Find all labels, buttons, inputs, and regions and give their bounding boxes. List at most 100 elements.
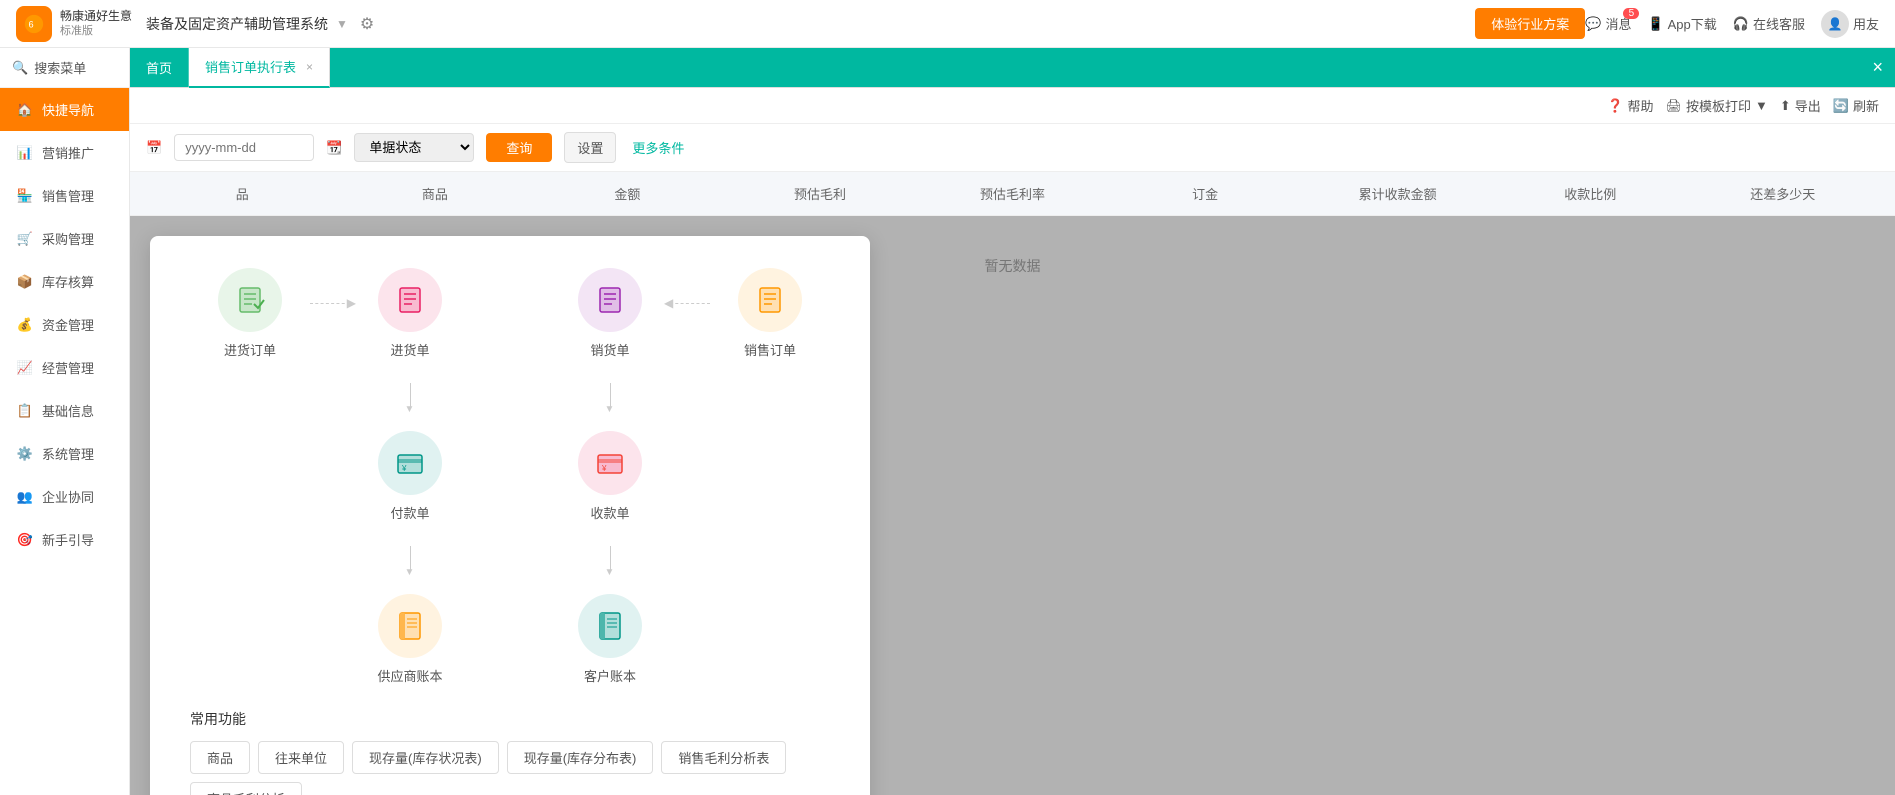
- payment-circle: ¥: [378, 431, 442, 495]
- calendar-icon: 📅: [146, 140, 162, 156]
- trial-button[interactable]: 体验行业方案: [1475, 8, 1585, 39]
- func-btn-5[interactable]: 商品毛利分析: [190, 782, 302, 795]
- template-print-label: 按模板打印: [1686, 96, 1751, 115]
- conn2-s2: [470, 546, 550, 570]
- svg-text:6: 6: [29, 19, 34, 29]
- common-funcs: 常用功能 商品往来单位现存量(库存状况表)现存量(库存分布表)销售毛利分析表商品…: [190, 709, 830, 795]
- app-container: 6 畅康通好生意 标准版 装备及固定资产辅助管理系统 ▼ ⚙ 体验行业方案 💬 …: [0, 0, 1895, 795]
- flow-node-purchase-order[interactable]: 进货订单: [190, 268, 310, 359]
- sidebar-label-sales: 销售管理: [42, 186, 94, 205]
- export-label: 导出: [1795, 96, 1821, 115]
- func-btn-1[interactable]: 往来单位: [258, 741, 344, 774]
- query-button[interactable]: 查询: [486, 133, 552, 162]
- tab-home[interactable]: 首页: [130, 48, 189, 87]
- chart-icon: 📊: [16, 144, 34, 162]
- sidebar-item-newbie[interactable]: 🎯 新手引导: [0, 518, 129, 561]
- purchase-order-label: 进货订单: [224, 340, 276, 359]
- conn-receipt: [550, 383, 670, 407]
- sidebar-item-basic[interactable]: 📋 基础信息: [0, 389, 129, 432]
- sidebar-label-operation: 经营管理: [42, 358, 94, 377]
- message-item[interactable]: 💬 消息 5: [1585, 14, 1631, 33]
- modal-overlay[interactable]: 进货订单 ▶: [130, 216, 1895, 795]
- purchase-bill-label: 进货单: [390, 340, 429, 359]
- print-icon: 🖨: [1665, 98, 1682, 114]
- func-btn-2[interactable]: 现存量(库存状况表): [352, 741, 499, 774]
- sidebar-item-purchase[interactable]: 🛒 采购管理: [0, 217, 129, 260]
- flow-node-supplier-ledger[interactable]: 供应商账本: [350, 594, 470, 685]
- settings-icon[interactable]: ⚙: [360, 14, 374, 34]
- flow-row-2: ¥ 付款单: [190, 431, 830, 522]
- flow-node-purchase-bill[interactable]: 进货单: [350, 268, 470, 359]
- refresh-label: 刷新: [1853, 96, 1879, 115]
- tab-bar: 首页 销售订单执行表 × ×: [130, 48, 1895, 88]
- content-toolbar: ❓ 帮助 🖨 按模板打印 ▼ ⬆ 导出 🔄 刷新: [130, 88, 1895, 124]
- col-days-remaining: 还差多少天: [1687, 180, 1880, 207]
- col-receipt-ratio: 收款比例: [1494, 180, 1687, 207]
- sidebar-label-basic: 基础信息: [42, 401, 94, 420]
- phone-icon: 📱: [1647, 16, 1663, 32]
- content-area: 首页 销售订单执行表 × × ❓ 帮助 🖨 按模板打印: [130, 48, 1895, 795]
- sales-order-label: 销售订单: [744, 340, 796, 359]
- col-deposit: 订金: [1109, 180, 1302, 207]
- date-input[interactable]: [174, 134, 314, 161]
- purchase-order-circle: [218, 268, 282, 332]
- app-download-item[interactable]: 📱 App下载: [1647, 14, 1716, 33]
- customer-ledger-circle: [578, 594, 642, 658]
- sidebar-item-finance[interactable]: 💰 资金管理: [0, 303, 129, 346]
- flow-node-payment[interactable]: ¥ 付款单: [350, 431, 470, 522]
- flow-diagram: 进货订单 ▶: [190, 268, 830, 685]
- filter-row: 📅 📆 单据状态 查询 设置 更多条件: [130, 124, 1895, 172]
- close-all-tabs-btn[interactable]: ×: [1860, 57, 1895, 78]
- func-buttons-container: 商品往来单位现存量(库存状况表)现存量(库存分布表)销售毛利分析表商品毛利分析销…: [190, 741, 830, 795]
- flow-node-sales-order[interactable]: 销售订单: [710, 268, 830, 359]
- arrow-2: ◀: [670, 303, 710, 304]
- flow-node-sales-bill[interactable]: 销货单: [550, 268, 670, 359]
- money-icon: 💰: [16, 316, 34, 334]
- tab-sales-order-exec-label: 销售订单执行表: [205, 57, 296, 76]
- sidebar-item-marketing[interactable]: 📊 营销推广: [0, 131, 129, 174]
- sidebar-item-inventory[interactable]: 📦 库存核算: [0, 260, 129, 303]
- more-conditions-link[interactable]: 更多条件: [632, 138, 684, 157]
- col-goods: 商品: [339, 180, 532, 207]
- flow-node-receipt[interactable]: ¥ 收款单: [550, 431, 670, 522]
- box-icon: 📦: [16, 273, 34, 291]
- sidebar-item-quick-nav[interactable]: 🏠 快捷导航: [0, 88, 129, 131]
- sidebar-item-operation[interactable]: 📈 经营管理: [0, 346, 129, 389]
- table-body: 暂无数据: [130, 216, 1895, 795]
- online-service-item[interactable]: 🎧 在线客服: [1733, 14, 1805, 33]
- sidebar-item-enterprise[interactable]: 👥 企业协同: [0, 475, 129, 518]
- sidebar-item-system[interactable]: ⚙️ 系统管理: [0, 432, 129, 475]
- sidebar-item-sales[interactable]: 🏪 销售管理: [0, 174, 129, 217]
- help-btn[interactable]: ❓ 帮助: [1607, 96, 1653, 115]
- tab-close-icon[interactable]: ×: [306, 60, 313, 74]
- flow-row-3: 供应商账本: [190, 594, 830, 685]
- sidebar-label-marketing: 营销推广: [42, 143, 94, 162]
- main-area: 🔍 搜索菜单 🏠 快捷导航 📊 营销推广 🏪 销售管理 🛒 采购管理 📦: [0, 48, 1895, 795]
- refresh-btn[interactable]: 🔄 刷新: [1833, 96, 1879, 115]
- list-icon: 📋: [16, 402, 34, 420]
- export-btn[interactable]: ⬆ 导出: [1780, 96, 1821, 115]
- v-arrow-payment2: [410, 546, 411, 570]
- search-menu[interactable]: 🔍 搜索菜单: [0, 48, 129, 88]
- status-select[interactable]: 单据状态: [354, 133, 474, 162]
- conn2-s3: [670, 546, 710, 570]
- func-btn-4[interactable]: 销售毛利分析表: [661, 741, 786, 774]
- payment-label: 付款单: [390, 503, 429, 522]
- settings-icon-sidebar: ⚙️: [16, 445, 34, 463]
- flow-connector-row2: [190, 546, 830, 570]
- func-btn-3[interactable]: 现存量(库存分布表): [507, 741, 654, 774]
- system-dropdown-arrow[interactable]: ▼: [336, 17, 348, 31]
- calendar-picker-icon[interactable]: 📆: [326, 140, 342, 156]
- purchase-bill-circle: [378, 268, 442, 332]
- message-icon: 💬: [1585, 16, 1601, 32]
- setting-button[interactable]: 设置: [564, 132, 616, 163]
- svg-text:¥: ¥: [601, 464, 607, 473]
- user-item[interactable]: 👤 用友: [1821, 10, 1879, 38]
- v-arrow-receipt: [610, 383, 611, 407]
- tab-sales-order-exec[interactable]: 销售订单执行表 ×: [189, 48, 330, 88]
- template-print-btn[interactable]: 🖨 按模板打印 ▼: [1665, 96, 1767, 115]
- sales-bill-circle: [578, 268, 642, 332]
- logo-line2: 标准版: [60, 24, 132, 38]
- flow-node-customer-ledger[interactable]: 客户账本: [550, 594, 670, 685]
- func-btn-0[interactable]: 商品: [190, 741, 250, 774]
